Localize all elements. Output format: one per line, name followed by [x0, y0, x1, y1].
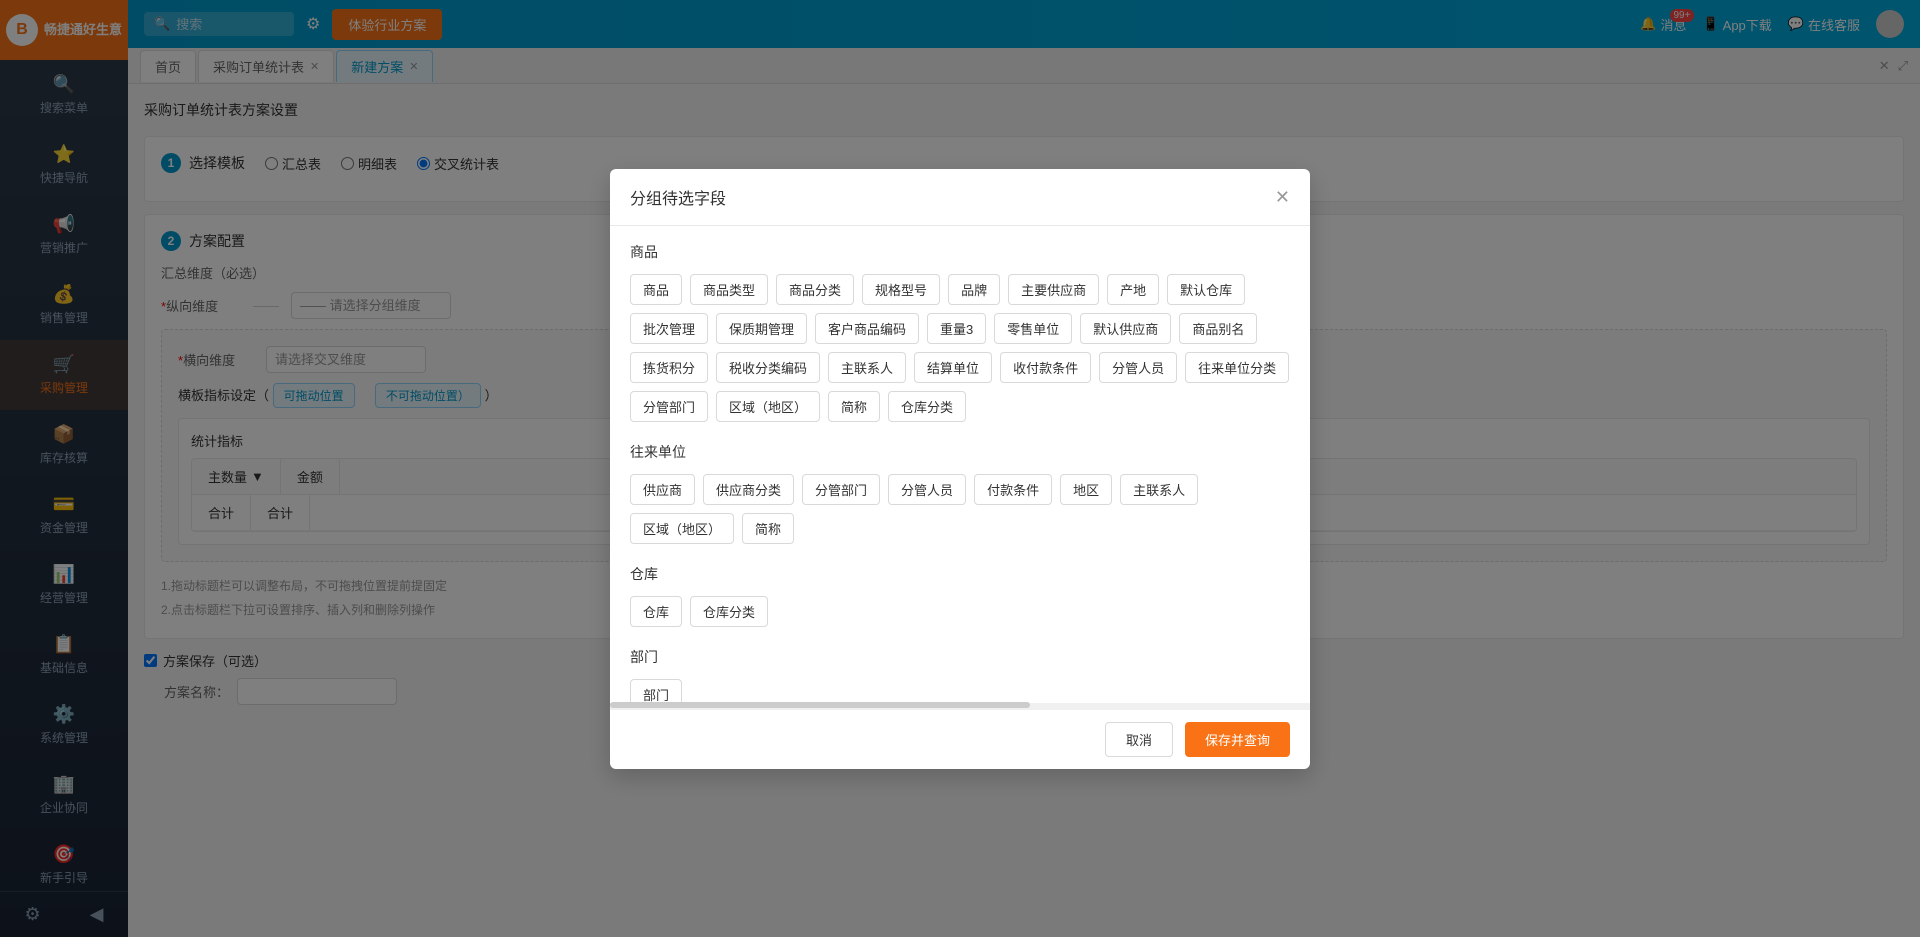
goods-field-tags: 商品商品类型商品分类规格型号品牌主要供应商产地默认仓库批次管理保质期管理客户商品… [630, 274, 1290, 422]
field-tag[interactable]: 分管部门 [802, 474, 880, 505]
field-tag[interactable]: 重量3 [927, 313, 986, 344]
modal-close-button[interactable]: ✕ [1275, 188, 1290, 206]
field-tag[interactable]: 商品别名 [1179, 313, 1257, 344]
field-group-dept-title: 部门 [630, 647, 1290, 667]
field-tag[interactable]: 供应商分类 [703, 474, 794, 505]
modal-overlay: 分组待选字段 ✕ 商品 商品商品类型商品分类规格型号品牌主要供应商产地默认仓库批… [0, 0, 1920, 937]
field-tag[interactable]: 商品 [630, 274, 682, 305]
field-tag[interactable]: 客户商品编码 [815, 313, 919, 344]
field-tag[interactable]: 主联系人 [828, 352, 906, 383]
field-tag[interactable]: 供应商 [630, 474, 695, 505]
field-tag[interactable]: 往来单位分类 [1185, 352, 1289, 383]
field-tag[interactable]: 仓库分类 [690, 596, 768, 627]
field-group-contacts-title: 往来单位 [630, 442, 1290, 462]
field-tag[interactable]: 结算单位 [914, 352, 992, 383]
field-tag[interactable]: 区域（地区） [716, 391, 820, 422]
field-tag[interactable]: 批次管理 [630, 313, 708, 344]
field-select-modal: 分组待选字段 ✕ 商品 商品商品类型商品分类规格型号品牌主要供应商产地默认仓库批… [610, 169, 1310, 769]
field-tag[interactable]: 拣货积分 [630, 352, 708, 383]
field-tag[interactable]: 分管人员 [888, 474, 966, 505]
field-tag[interactable]: 分管人员 [1099, 352, 1177, 383]
modal-title: 分组待选字段 [630, 185, 726, 209]
field-tag[interactable]: 主联系人 [1120, 474, 1198, 505]
field-group-goods: 商品 商品商品类型商品分类规格型号品牌主要供应商产地默认仓库批次管理保质期管理客… [630, 242, 1290, 422]
field-tag[interactable]: 收付款条件 [1000, 352, 1091, 383]
field-tag[interactable]: 规格型号 [862, 274, 940, 305]
field-tag[interactable]: 部门 [630, 679, 682, 704]
field-tag[interactable]: 产地 [1107, 274, 1159, 305]
dept-field-tags: 部门 [630, 679, 1290, 704]
field-tag[interactable]: 简称 [742, 513, 794, 544]
field-tag[interactable]: 简称 [828, 391, 880, 422]
field-tag[interactable]: 税收分类编码 [716, 352, 820, 383]
field-tag[interactable]: 商品分类 [776, 274, 854, 305]
modal-horizontal-scrollbar[interactable] [610, 703, 1310, 708]
field-tag[interactable]: 主要供应商 [1008, 274, 1099, 305]
cancel-button[interactable]: 取消 [1105, 722, 1173, 757]
field-tag[interactable]: 零售单位 [994, 313, 1072, 344]
field-tag[interactable]: 仓库分类 [888, 391, 966, 422]
field-group-dept: 部门 部门 [630, 647, 1290, 704]
field-group-warehouse-title: 仓库 [630, 564, 1290, 584]
field-tag[interactable]: 保质期管理 [716, 313, 807, 344]
field-tag[interactable]: 区域（地区） [630, 513, 734, 544]
field-tag[interactable]: 分管部门 [630, 391, 708, 422]
field-group-warehouse: 仓库 仓库仓库分类 [630, 564, 1290, 627]
modal-body: 商品 商品商品类型商品分类规格型号品牌主要供应商产地默认仓库批次管理保质期管理客… [610, 226, 1310, 704]
confirm-button[interactable]: 保存并查询 [1185, 722, 1290, 757]
scrollbar-thumb [610, 702, 1030, 708]
field-tag[interactable]: 默认供应商 [1080, 313, 1171, 344]
modal-footer: 取消 保存并查询 [610, 709, 1310, 769]
warehouse-field-tags: 仓库仓库分类 [630, 596, 1290, 627]
modal-header: 分组待选字段 ✕ [610, 169, 1310, 226]
contacts-field-tags: 供应商供应商分类分管部门分管人员付款条件地区主联系人区域（地区） 简称 [630, 474, 1290, 544]
field-group-contacts: 往来单位 供应商供应商分类分管部门分管人员付款条件地区主联系人区域（地区） 简称 [630, 442, 1290, 544]
field-group-goods-title: 商品 [630, 242, 1290, 262]
field-tag[interactable]: 付款条件 [974, 474, 1052, 505]
field-tag[interactable]: 商品类型 [690, 274, 768, 305]
field-tag[interactable]: 品牌 [948, 274, 1000, 305]
field-tag[interactable]: 仓库 [630, 596, 682, 627]
field-tag[interactable]: 地区 [1060, 474, 1112, 505]
field-tag[interactable]: 默认仓库 [1167, 274, 1245, 305]
